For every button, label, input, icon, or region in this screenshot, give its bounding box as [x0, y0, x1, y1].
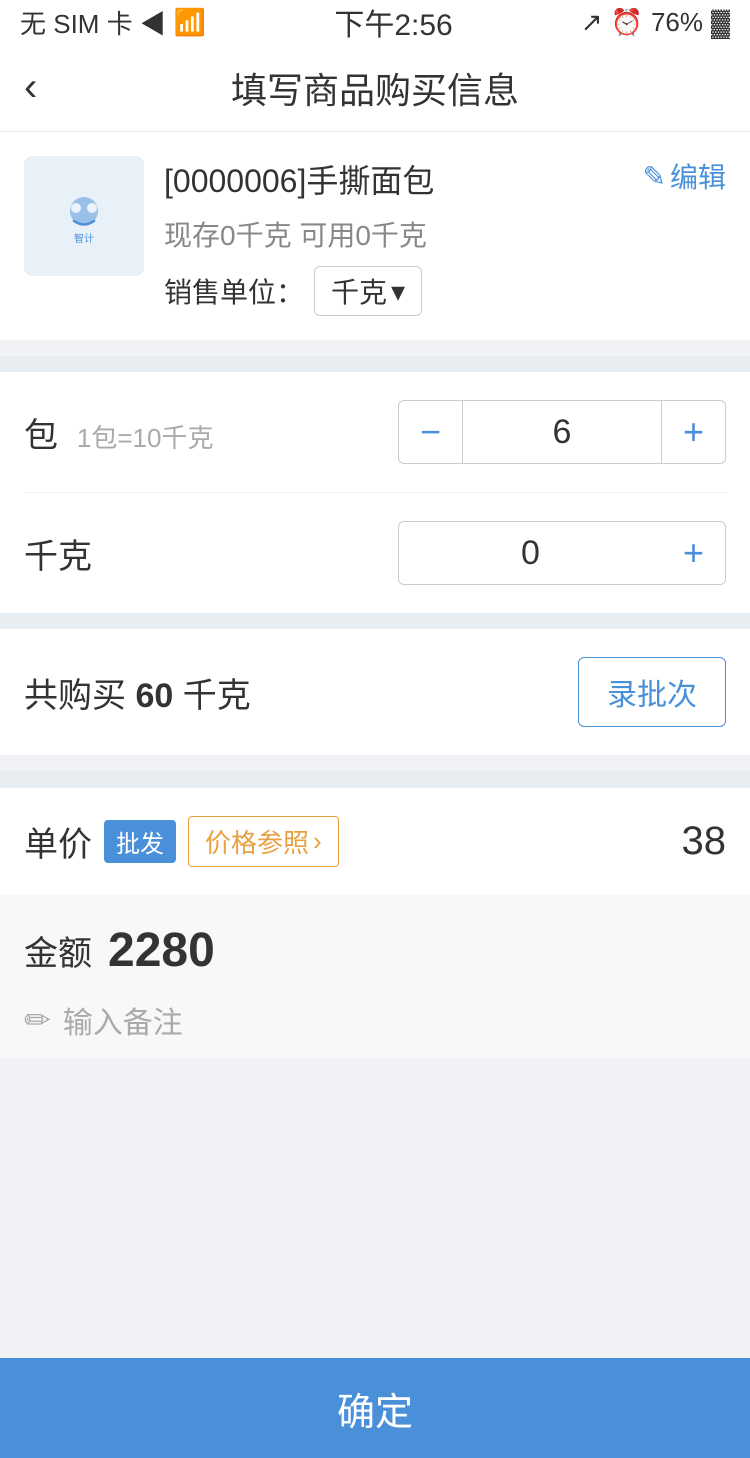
product-info: [0000006]手撕面包 ✎ 编辑 现存0千克 可用0千克 销售单位： 千克 …	[164, 156, 726, 316]
battery-icon: ▓	[711, 7, 730, 38]
quantity-input-bao[interactable]	[462, 400, 662, 464]
minus-button-bao[interactable]: −	[398, 400, 462, 464]
summary-unit: 千克	[183, 677, 251, 715]
plus-button-kg[interactable]: +	[662, 521, 726, 585]
price-value: 38	[682, 819, 727, 864]
product-name: [0000006]手撕面包	[164, 156, 434, 202]
quantity-section: 包 1包=10千克 − + 千克 +	[0, 372, 750, 613]
quantity-label-bao: 包 1包=10千克	[24, 408, 213, 457]
quantity-label-kg: 千克	[24, 529, 92, 578]
product-unit-row: 销售单位： 千克 ▾	[164, 266, 726, 316]
section-divider-3	[0, 771, 750, 787]
quantity-row-kg: 千克 +	[24, 493, 726, 613]
summary-prefix: 共购买	[24, 677, 135, 715]
summary-section: 共购买 60 千克 录批次	[0, 629, 750, 755]
quantity-control-kg: +	[398, 521, 726, 585]
battery-text: 76%	[651, 7, 703, 38]
price-row: 单价 批发 价格参照 › 38	[24, 816, 726, 867]
section-divider-1	[0, 356, 750, 372]
price-section: 单价 批发 价格参照 › 38	[0, 787, 750, 895]
wifi-icon: 📶	[174, 7, 206, 38]
status-time: 下午2:56	[334, 0, 452, 44]
summary-text: 共购买 60 千克	[24, 668, 251, 717]
alarm-icon: ⏰	[611, 7, 643, 38]
status-right: ↗ ⏰ 76% ▓	[581, 7, 730, 38]
amount-value: 2280	[108, 923, 215, 978]
amount-label: 金额	[24, 926, 92, 975]
edit-icon: ✎	[643, 160, 666, 193]
unit-select[interactable]: 千克 ▾	[314, 266, 422, 316]
quantity-control-bao: − +	[398, 400, 726, 464]
status-bar: 无 SIM 卡 ◀ 📶 下午2:56 ↗ ⏰ 76% ▓	[0, 0, 750, 44]
quantity-row-bao: 包 1包=10千克 − +	[24, 372, 726, 493]
nav-bar: ‹ 填写商品购买信息	[0, 44, 750, 132]
svg-text:智计: 智计	[74, 232, 94, 245]
plus-button-bao[interactable]: +	[662, 400, 726, 464]
edit-label: 编辑	[670, 156, 726, 196]
confirm-button[interactable]: 确定	[0, 1358, 750, 1458]
price-ref-label: 价格参照	[205, 823, 309, 860]
amount-row: 金额 2280	[24, 923, 726, 978]
location-icon: ↗	[581, 7, 603, 38]
amount-section: 金额 2280 ✏ 输入备注	[0, 895, 750, 1058]
status-left: 无 SIM 卡 ◀ 📶	[20, 4, 206, 41]
chevron-down-icon: ▾	[391, 275, 405, 308]
price-tag: 批发	[104, 820, 176, 863]
back-button[interactable]: ‹	[24, 65, 37, 110]
product-stock: 现存0千克 可用0千克	[164, 214, 726, 254]
section-divider-2	[0, 613, 750, 629]
quantity-input-kg[interactable]	[398, 521, 662, 585]
chevron-right-icon: ›	[313, 826, 322, 857]
price-label: 单价 批发 价格参照 ›	[24, 816, 339, 867]
signal-text: 无 SIM 卡 ◀	[20, 4, 166, 41]
summary-quantity: 60	[135, 677, 173, 715]
unit-label: 销售单位：	[164, 271, 304, 311]
batch-button[interactable]: 录批次	[578, 657, 726, 727]
note-row[interactable]: ✏ 输入备注	[24, 998, 726, 1042]
price-label-text: 单价	[24, 817, 92, 866]
pencil-icon: ✏	[24, 1001, 51, 1039]
note-placeholder: 输入备注	[63, 998, 183, 1042]
product-card: 智计 [0000006]手撕面包 ✎ 编辑 现存0千克 可用0千克 销售单位： …	[0, 132, 750, 340]
product-thumbnail: 智计	[24, 156, 144, 276]
nav-title: 填写商品购买信息	[231, 62, 519, 114]
price-ref-button[interactable]: 价格参照 ›	[188, 816, 339, 867]
main-spacer	[0, 1058, 750, 1358]
unit-value: 千克	[331, 271, 387, 311]
edit-button[interactable]: ✎ 编辑	[643, 156, 726, 196]
